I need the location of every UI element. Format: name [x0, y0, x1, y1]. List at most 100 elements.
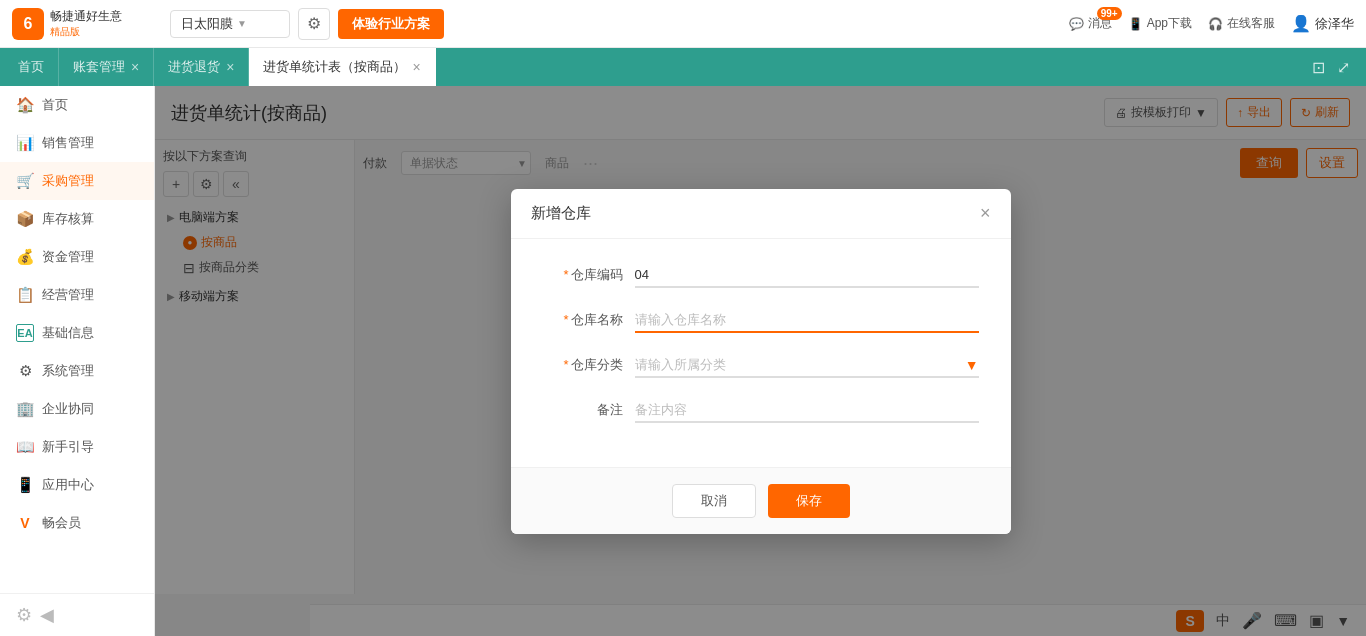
- top-header: 6 畅捷通好生意 精品版 日太阳膜 ▼ ⚙ 体验行业方案 💬 消息 99+ 📱 …: [0, 0, 1366, 48]
- app-label: App下载: [1147, 15, 1192, 32]
- store-selector[interactable]: 日太阳膜 ▼: [170, 10, 290, 38]
- sidebar-bottom[interactable]: ⚙ ◀: [0, 593, 154, 636]
- headset-icon: 🎧: [1208, 17, 1223, 31]
- sidebar-label-guide: 新手引导: [42, 438, 94, 456]
- sidebar-label-app-center: 应用中心: [42, 476, 94, 494]
- dialog-footer: 取消 保存: [511, 467, 1011, 534]
- user-name: 徐泽华: [1315, 15, 1354, 33]
- tab-home[interactable]: 首页: [4, 48, 59, 86]
- sidebar-item-enterprise[interactable]: 🏢 企业协同: [0, 390, 154, 428]
- tab-purchase-stats-close[interactable]: ×: [412, 59, 420, 75]
- purchase-icon: 🛒: [16, 172, 34, 190]
- store-selector-arrow: ▼: [237, 18, 247, 29]
- category-label: *仓库分类: [543, 356, 623, 374]
- form-row-category: *仓库分类 请输入所属分类 ▼: [543, 353, 979, 378]
- vip-icon: V: [16, 514, 34, 532]
- sidebar-item-operations[interactable]: 📋 经营管理: [0, 276, 154, 314]
- category-required-star: *: [563, 357, 568, 372]
- sidebar-item-basic-info[interactable]: EA 基础信息: [0, 314, 154, 352]
- sidebar-item-finance[interactable]: 💰 资金管理: [0, 238, 154, 276]
- tabs-restore-icon[interactable]: ⊡: [1308, 58, 1329, 77]
- cancel-button[interactable]: 取消: [672, 484, 756, 518]
- inventory-icon: 📦: [16, 210, 34, 228]
- name-required-star: *: [563, 312, 568, 327]
- sidebar-label-basic-info: 基础信息: [42, 324, 94, 342]
- remark-label: 备注: [543, 401, 623, 419]
- settings-icon[interactable]: ⚙: [298, 8, 330, 40]
- basic-info-icon: EA: [16, 324, 34, 342]
- store-name: 日太阳膜: [181, 15, 233, 33]
- dialog-overlay: 新增仓库 × *仓库编码 *仓库名称: [155, 86, 1366, 636]
- enterprise-icon: 🏢: [16, 400, 34, 418]
- code-label: *仓库编码: [543, 266, 623, 284]
- code-required-star: *: [563, 267, 568, 282]
- tab-accounts-close[interactable]: ×: [131, 59, 139, 75]
- sidebar: 🏠 首页 📊 销售管理 🛒 采购管理 📦 库存核算 💰 资金管理 📋 经营管理 …: [0, 86, 155, 636]
- logo-text: 畅捷通好生意 精品版: [50, 8, 122, 39]
- dialog-body: *仓库编码 *仓库名称 *仓库分类: [511, 239, 1011, 467]
- name-label: *仓库名称: [543, 311, 623, 329]
- dialog-close-button[interactable]: ×: [980, 203, 991, 224]
- sales-icon: 📊: [16, 134, 34, 152]
- message-badge: 99+: [1097, 7, 1122, 20]
- sidebar-label-home: 首页: [42, 96, 68, 114]
- main-layout: 🏠 首页 📊 销售管理 🛒 采购管理 📦 库存核算 💰 资金管理 📋 经营管理 …: [0, 86, 1366, 636]
- sidebar-collapse-icon[interactable]: ◀: [40, 604, 54, 626]
- online-service-item[interactable]: 🎧 在线客服: [1208, 15, 1275, 32]
- app-icon: 📱: [1128, 17, 1143, 31]
- tab-purchase-return[interactable]: 进货退货 ×: [154, 48, 249, 86]
- header-right: 💬 消息 99+ 📱 App下载 🎧 在线客服 👤 徐泽华: [1069, 14, 1354, 33]
- sidebar-label-operations: 经营管理: [42, 286, 94, 304]
- sidebar-item-home[interactable]: 🏠 首页: [0, 86, 154, 124]
- sidebar-item-inventory[interactable]: 📦 库存核算: [0, 200, 154, 238]
- form-row-code: *仓库编码: [543, 263, 979, 288]
- tab-purchase-return-close[interactable]: ×: [226, 59, 234, 75]
- save-button[interactable]: 保存: [768, 484, 850, 518]
- service-label: 在线客服: [1227, 15, 1275, 32]
- sidebar-label-sales: 销售管理: [42, 134, 94, 152]
- tab-accounts[interactable]: 账套管理 ×: [59, 48, 154, 86]
- warehouse-name-input[interactable]: [635, 308, 979, 333]
- sidebar-item-guide[interactable]: 📖 新手引导: [0, 428, 154, 466]
- tabs-right: ⊡ ⤢: [1308, 58, 1362, 77]
- guide-icon: 📖: [16, 438, 34, 456]
- sidebar-label-system: 系统管理: [42, 362, 94, 380]
- user-item[interactable]: 👤 徐泽华: [1291, 14, 1354, 33]
- tab-purchase-return-label: 进货退货: [168, 58, 220, 76]
- sidebar-item-system[interactable]: ⚙ 系统管理: [0, 352, 154, 390]
- sidebar-label-enterprise: 企业协同: [42, 400, 94, 418]
- sidebar-item-vip[interactable]: V 畅会员: [0, 504, 154, 542]
- operations-icon: 📋: [16, 286, 34, 304]
- app-download-item[interactable]: 📱 App下载: [1128, 15, 1192, 32]
- sidebar-item-app-center[interactable]: 📱 应用中心: [0, 466, 154, 504]
- trial-button[interactable]: 体验行业方案: [338, 9, 444, 39]
- tab-purchase-stats[interactable]: 进货单统计表（按商品） ×: [249, 48, 435, 86]
- tabs-maximize-icon[interactable]: ⤢: [1333, 58, 1354, 77]
- category-select-wrap: 请输入所属分类 ▼: [635, 353, 979, 378]
- form-row-remark: 备注: [543, 398, 979, 423]
- dialog-header: 新增仓库 ×: [511, 189, 1011, 239]
- app-center-icon: 📱: [16, 476, 34, 494]
- sidebar-label-purchase: 采购管理: [42, 172, 94, 190]
- warehouse-code-input[interactable]: [635, 263, 979, 288]
- message-icon: 💬: [1069, 17, 1084, 31]
- sidebar-label-inventory: 库存核算: [42, 210, 94, 228]
- avatar-icon: 👤: [1291, 14, 1311, 33]
- sidebar-label-finance: 资金管理: [42, 248, 94, 266]
- system-icon: ⚙: [16, 362, 34, 380]
- warehouse-category-select[interactable]: 请输入所属分类: [635, 353, 979, 378]
- tabs-bar: 首页 账套管理 × 进货退货 × 进货单统计表（按商品） × ⊡ ⤢: [0, 48, 1366, 86]
- tab-home-label: 首页: [18, 58, 44, 76]
- home-icon: 🏠: [16, 96, 34, 114]
- logo-icon: 6: [12, 8, 44, 40]
- content-area: 进货单统计(按商品) 🖨 按模板打印 ▼ ↑ 导出 ↻ 刷新: [155, 86, 1366, 636]
- sidebar-settings-icon[interactable]: ⚙: [16, 604, 32, 626]
- sidebar-item-sales[interactable]: 📊 销售管理: [0, 124, 154, 162]
- tab-purchase-stats-label: 进货单统计表（按商品）: [263, 58, 406, 76]
- sidebar-label-vip: 畅会员: [42, 514, 81, 532]
- tab-accounts-label: 账套管理: [73, 58, 125, 76]
- dialog-title: 新增仓库: [531, 204, 591, 223]
- warehouse-remark-input[interactable]: [635, 398, 979, 423]
- message-item[interactable]: 💬 消息 99+: [1069, 15, 1112, 32]
- sidebar-item-purchase[interactable]: 🛒 采购管理: [0, 162, 154, 200]
